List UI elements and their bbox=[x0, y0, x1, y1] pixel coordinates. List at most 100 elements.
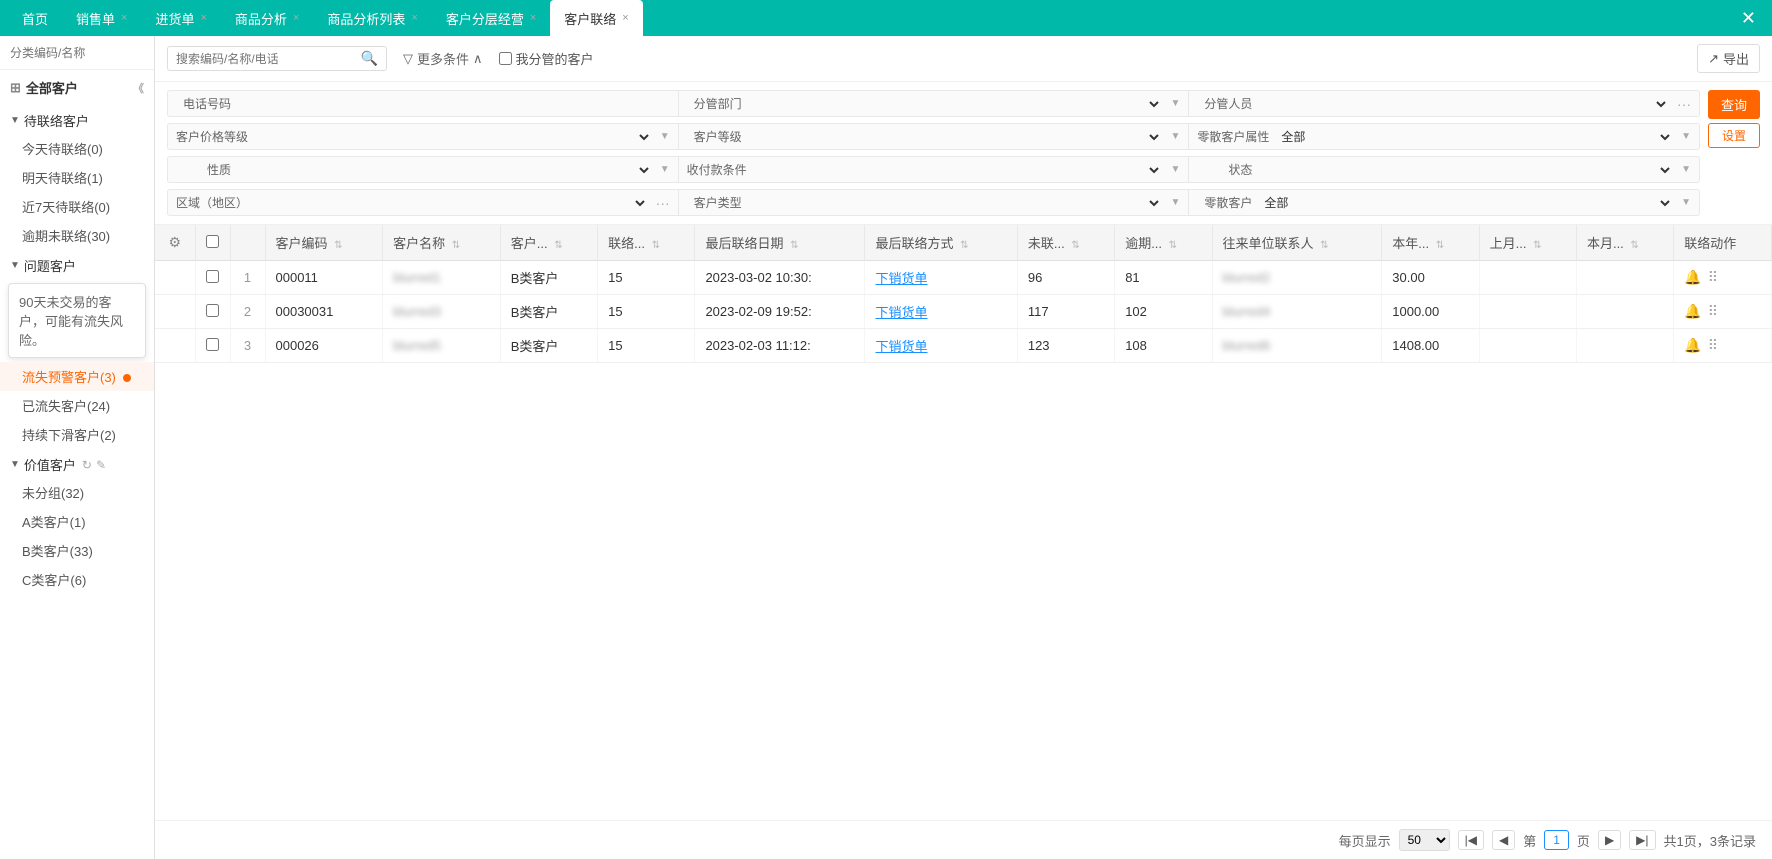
content-area: 🔍 ▽ 更多条件 ∧ 我分管的客户 ↗ 导出 bbox=[155, 36, 1772, 859]
filter-customer-level-select[interactable] bbox=[750, 129, 1163, 145]
window-close-button[interactable]: ✕ bbox=[1733, 8, 1764, 29]
tab-customer-segment-close[interactable]: × bbox=[530, 12, 536, 24]
sort-code-icon[interactable]: ⇅ bbox=[334, 240, 342, 251]
filter-dept-select[interactable] bbox=[750, 96, 1163, 112]
row-checkbox[interactable] bbox=[206, 338, 219, 351]
settings-button[interactable]: 设置 bbox=[1708, 123, 1760, 148]
row-name: blurred5 bbox=[383, 329, 501, 363]
more-icon-region[interactable]: ··· bbox=[656, 195, 670, 211]
filter-phone-input[interactable] bbox=[239, 97, 670, 111]
sidebar-group-pending[interactable]: ▼ 待联络客户 bbox=[0, 105, 154, 134]
export-button[interactable]: ↗ 导出 bbox=[1697, 44, 1760, 73]
col-name-header: 客户名称 ⇅ bbox=[383, 225, 501, 261]
filter-status-select[interactable] bbox=[1260, 162, 1673, 178]
sort-last-month-icon[interactable]: ⇅ bbox=[1533, 240, 1541, 251]
filter-nature-select[interactable] bbox=[239, 162, 652, 178]
select-all-checkbox[interactable] bbox=[206, 235, 219, 248]
sort-this-year-icon[interactable]: ⇅ bbox=[1436, 240, 1444, 251]
row-last-type[interactable]: 下销货单 bbox=[865, 261, 1017, 295]
sort-last-type-icon[interactable]: ⇅ bbox=[960, 240, 968, 251]
tab-analysis[interactable]: 商品分析 × bbox=[221, 0, 313, 36]
sort-type-icon[interactable]: ⇅ bbox=[554, 240, 562, 251]
tab-sales-label: 销售单 bbox=[76, 9, 115, 28]
sidebar-item-tomorrow-pending[interactable]: 明天待联络(1) bbox=[0, 163, 154, 192]
search-input[interactable] bbox=[176, 52, 361, 66]
tab-sales[interactable]: 销售单 × bbox=[62, 0, 141, 36]
last-page-button[interactable]: ▶| bbox=[1629, 830, 1655, 850]
more-action-icon[interactable]: ⠿ bbox=[1708, 269, 1718, 286]
more-action-icon[interactable]: ⠿ bbox=[1708, 303, 1718, 320]
sort-overdue-icon[interactable]: ⇅ bbox=[1169, 240, 1177, 251]
tab-sales-close[interactable]: × bbox=[121, 12, 127, 24]
row-last-type[interactable]: 下销货单 bbox=[865, 295, 1017, 329]
sidebar-group-value[interactable]: ▼ 价值客户 ↻ ✎ bbox=[0, 449, 154, 478]
filter-person-select[interactable] bbox=[1260, 96, 1669, 112]
sidebar-item-churn-warning[interactable]: 流失预警客户(3) bbox=[0, 362, 154, 391]
sidebar-item-today-pending[interactable]: 今天待联络(0) bbox=[0, 134, 154, 163]
sidebar-root[interactable]: ⊞ 全部客户 《 bbox=[0, 70, 154, 105]
more-conditions-button[interactable]: ▽ 更多条件 ∧ bbox=[395, 46, 491, 71]
sidebar-item-a-class[interactable]: A类客户(1) bbox=[0, 507, 154, 536]
sort-this-month-icon[interactable]: ⇅ bbox=[1630, 240, 1638, 251]
sidebar-group-lost-label: 问题客户 bbox=[24, 256, 76, 275]
search-button[interactable]: 🔍 bbox=[361, 50, 378, 67]
filter-panel: 电话号码 分管部门 ▼ 分管人员 bbox=[155, 82, 1772, 225]
tab-customer-link-close[interactable]: × bbox=[622, 12, 628, 24]
row-num: 3 bbox=[230, 329, 265, 363]
tab-home[interactable]: 首页 bbox=[8, 0, 62, 36]
sidebar-item-ungroup[interactable]: 未分组(32) bbox=[0, 478, 154, 507]
tab-analysis-close[interactable]: × bbox=[293, 12, 299, 24]
filter-retail-customer-select[interactable]: 全部 bbox=[1260, 195, 1673, 211]
per-page-label: 每页显示 bbox=[1339, 831, 1391, 850]
settings-col-icon[interactable]: ⚙ bbox=[168, 234, 181, 250]
row-checkbox[interactable] bbox=[206, 304, 219, 317]
tab-customer-segment[interactable]: 客户分层经营 × bbox=[432, 0, 550, 36]
tab-analysis-list[interactable]: 商品分析列表 × bbox=[313, 0, 431, 36]
sort-unit-contact-icon[interactable]: ⇅ bbox=[1320, 240, 1328, 251]
sidebar-item-churned[interactable]: 已流失客户(24) bbox=[0, 391, 154, 420]
last-contact-link[interactable]: 下销货单 bbox=[875, 271, 927, 286]
filter-payment-select[interactable] bbox=[755, 162, 1163, 178]
filter-region-select[interactable] bbox=[256, 195, 648, 211]
sort-name-icon[interactable]: ⇅ bbox=[452, 240, 460, 251]
contact-icon[interactable]: 🔔 bbox=[1684, 337, 1701, 354]
filter-retail-attr-select[interactable]: 全部 bbox=[1277, 129, 1673, 145]
col-settings[interactable]: ⚙ bbox=[155, 225, 195, 261]
sort-last-date-icon[interactable]: ⇅ bbox=[790, 240, 798, 251]
filter-row-3: 性质 ▼ 收付款条件 ▼ bbox=[167, 156, 1700, 183]
row-last-type[interactable]: 下销货单 bbox=[865, 329, 1017, 363]
my-customers-checkbox[interactable]: 我分管的客户 bbox=[499, 49, 594, 68]
contact-icon[interactable]: 🔔 bbox=[1684, 269, 1701, 286]
filter-customer-type-select[interactable] bbox=[750, 195, 1163, 211]
tab-purchase-close[interactable]: × bbox=[200, 12, 206, 24]
query-button[interactable]: 查询 bbox=[1708, 90, 1760, 119]
last-contact-link[interactable]: 下销货单 bbox=[875, 305, 927, 320]
sidebar-search-input[interactable] bbox=[10, 46, 155, 60]
sort-contact-icon[interactable]: ⇅ bbox=[652, 240, 660, 251]
first-page-button[interactable]: |◀ bbox=[1458, 830, 1484, 850]
per-page-select[interactable]: 50 100 bbox=[1399, 829, 1450, 851]
more-action-icon[interactable]: ⠿ bbox=[1708, 337, 1718, 354]
my-customers-check[interactable] bbox=[499, 52, 512, 65]
sort-uncontacted-icon[interactable]: ⇅ bbox=[1071, 240, 1079, 251]
tab-analysis-list-close[interactable]: × bbox=[411, 12, 417, 24]
tab-customer-link[interactable]: 客户联络 × bbox=[550, 0, 642, 36]
filter-customer-level: 客户等级 ▼ bbox=[678, 123, 1190, 150]
prev-page-button[interactable]: ◀ bbox=[1492, 830, 1515, 850]
more-icon-person[interactable]: ··· bbox=[1677, 96, 1691, 112]
refresh-icon[interactable]: ↻ bbox=[82, 458, 92, 472]
sidebar-item-week-pending[interactable]: 近7天待联络(0) bbox=[0, 192, 154, 221]
sidebar-item-overdue-pending[interactable]: 逾期未联络(30) bbox=[0, 221, 154, 250]
sidebar-group-lost[interactable]: ▼ 问题客户 bbox=[0, 250, 154, 279]
edit-icon[interactable]: ✎ bbox=[96, 458, 106, 472]
contact-icon[interactable]: 🔔 bbox=[1684, 303, 1701, 320]
row-checkbox[interactable] bbox=[206, 270, 219, 283]
tab-purchase[interactable]: 进货单 × bbox=[141, 0, 220, 36]
filter-price-level-select[interactable] bbox=[256, 129, 652, 145]
sidebar-item-c-class[interactable]: C类客户(6) bbox=[0, 565, 154, 594]
sidebar-item-b-class[interactable]: B类客户(33) bbox=[0, 536, 154, 565]
total-info: 共1页，3条记录 bbox=[1664, 831, 1756, 850]
sidebar-item-declining[interactable]: 持续下滑客户(2) bbox=[0, 420, 154, 449]
next-page-button[interactable]: ▶ bbox=[1598, 830, 1621, 850]
last-contact-link[interactable]: 下销货单 bbox=[875, 339, 927, 354]
